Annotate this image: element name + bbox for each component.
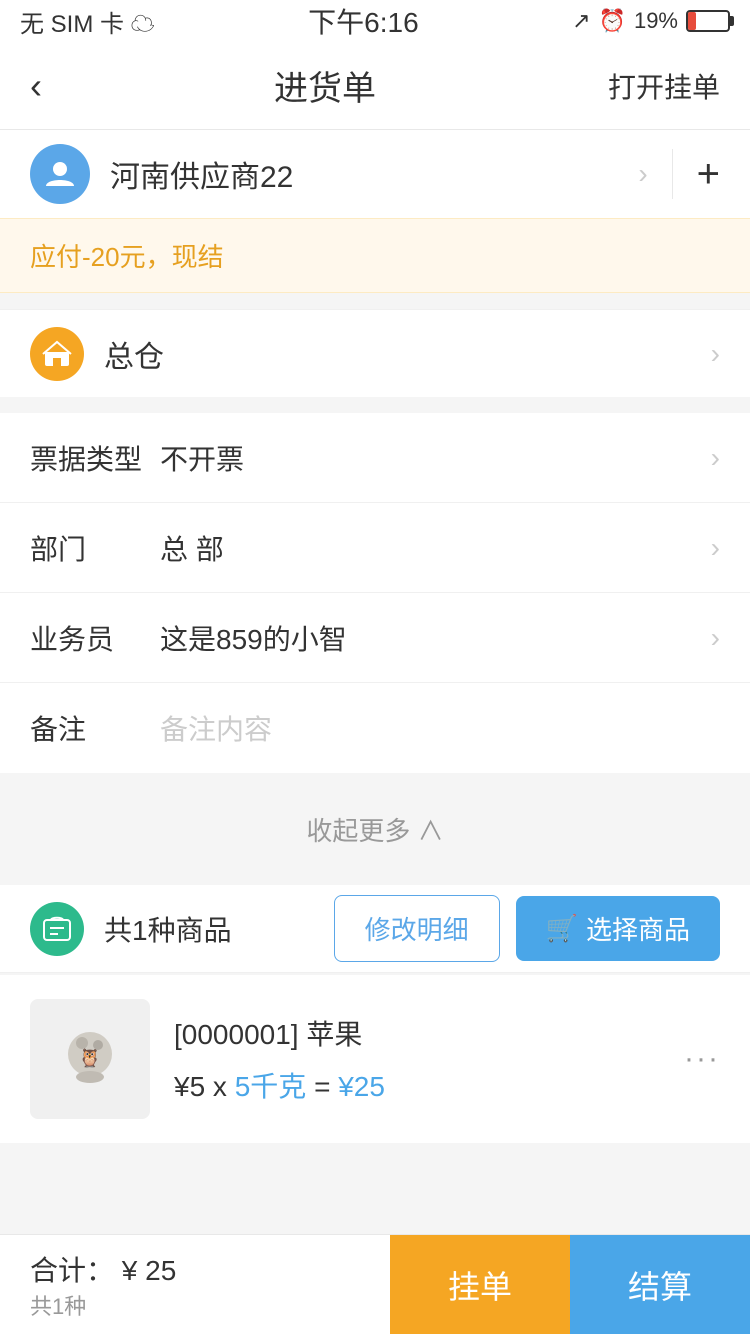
svg-text:🦉: 🦉 bbox=[79, 1048, 101, 1068]
department-label: 部门 bbox=[30, 528, 150, 568]
ticket-type-label: 票据类型 bbox=[30, 438, 150, 478]
warehouse-chevron-icon: › bbox=[711, 338, 720, 370]
collapse-bar[interactable]: 收起更多 ∧ bbox=[0, 789, 750, 869]
sim-label: 无 SIM 卡 ☁ bbox=[20, 4, 155, 39]
product-more-button[interactable]: ··· bbox=[684, 1042, 720, 1076]
ticket-type-value: 不开票 bbox=[150, 438, 711, 478]
nav-bar: ‹ 进货单 打开挂单 bbox=[0, 42, 750, 130]
status-right: ↗ ⏰ 19% bbox=[572, 8, 730, 34]
supplier-section: 河南供应商22 › + 应付-20元，现结 bbox=[0, 130, 750, 293]
total-value: ¥ 25 bbox=[122, 1255, 177, 1286]
warehouse-icon bbox=[30, 327, 84, 381]
supplier-row[interactable]: 河南供应商22 › + bbox=[0, 130, 750, 218]
page-title: 进货单 bbox=[274, 61, 376, 110]
bottom-total: 合计： ¥ 25 共1种 bbox=[0, 1235, 390, 1334]
total-label: 合计： bbox=[30, 1255, 114, 1286]
warehouse-section: 总仓 › bbox=[0, 309, 750, 397]
total-amount: 合计： ¥ 25 bbox=[30, 1249, 360, 1289]
total-sub: 共1种 bbox=[30, 1289, 360, 1321]
department-value: 总 部 bbox=[150, 528, 711, 568]
cart-icon: 🛒 bbox=[546, 913, 578, 944]
add-supplier-button[interactable]: + bbox=[697, 152, 720, 197]
pending-button[interactable]: 挂单 bbox=[390, 1235, 570, 1334]
salesperson-label: 业务员 bbox=[30, 618, 150, 658]
department-row[interactable]: 部门 总 部 › bbox=[0, 503, 750, 593]
salesperson-row[interactable]: 业务员 这是859的小智 › bbox=[0, 593, 750, 683]
department-chevron-icon: › bbox=[711, 532, 720, 564]
products-icon bbox=[30, 902, 84, 956]
products-header: 共1种商品 修改明细 🛒 选择商品 bbox=[0, 885, 750, 973]
battery-percent: 19% bbox=[634, 8, 678, 34]
open-pending-button[interactable]: 打开挂单 bbox=[608, 66, 720, 106]
bottom-bar: 合计： ¥ 25 共1种 挂单 结算 bbox=[0, 1234, 750, 1334]
select-product-button[interactable]: 🛒 选择商品 bbox=[516, 896, 720, 961]
edit-detail-button[interactable]: 修改明细 bbox=[334, 895, 500, 962]
back-button[interactable]: ‹ bbox=[30, 65, 42, 107]
notice-bar: 应付-20元，现结 bbox=[0, 218, 750, 293]
supplier-divider bbox=[672, 149, 673, 199]
status-left: 无 SIM 卡 ☁ bbox=[20, 4, 155, 39]
location-icon: ↗ bbox=[572, 8, 590, 34]
warehouse-name: 总仓 bbox=[104, 332, 711, 376]
status-time: 下午6:16 bbox=[308, 1, 419, 41]
remark-row[interactable]: 备注 备注内容 bbox=[0, 683, 750, 773]
salesperson-value: 这是859的小智 bbox=[150, 618, 711, 658]
product-price: ¥5 x 5千克 = ¥25 bbox=[174, 1065, 684, 1105]
price-per-unit: ¥5 x bbox=[174, 1071, 235, 1102]
collapse-label: 收起更多 ∧ bbox=[306, 811, 443, 848]
status-bar: 无 SIM 卡 ☁ 下午6:16 ↗ ⏰ 19% bbox=[0, 0, 750, 42]
remark-placeholder: 备注内容 bbox=[150, 708, 720, 748]
product-name: [0000001] 苹果 bbox=[174, 1013, 684, 1053]
ticket-type-chevron-icon: › bbox=[711, 442, 720, 474]
product-thumbnail: 🦉 bbox=[30, 999, 150, 1119]
ticket-type-row[interactable]: 票据类型 不开票 › bbox=[0, 413, 750, 503]
products-count: 共1种商品 bbox=[104, 909, 334, 949]
supplier-avatar bbox=[30, 144, 90, 204]
salesperson-chevron-icon: › bbox=[711, 622, 720, 654]
product-info: [0000001] 苹果 ¥5 x 5千克 = ¥25 bbox=[174, 1013, 684, 1105]
product-item: 🦉 [0000001] 苹果 ¥5 x 5千克 = ¥25 ··· bbox=[0, 975, 750, 1143]
alarm-icon: ⏰ bbox=[599, 8, 626, 34]
warehouse-row[interactable]: 总仓 › bbox=[0, 309, 750, 397]
equals-sign: = bbox=[314, 1071, 338, 1102]
quantity-value: 5千克 bbox=[235, 1071, 307, 1102]
select-product-label: 选择商品 bbox=[586, 910, 690, 947]
supplier-chevron-icon: › bbox=[638, 158, 647, 190]
settle-button[interactable]: 结算 bbox=[570, 1235, 750, 1334]
supplier-name: 河南供应商22 bbox=[110, 152, 638, 196]
form-section: 票据类型 不开票 › 部门 总 部 › 业务员 这是859的小智 › 备注 备注… bbox=[0, 413, 750, 773]
total-price: ¥25 bbox=[338, 1071, 385, 1102]
remark-label: 备注 bbox=[30, 708, 150, 748]
battery-icon bbox=[686, 10, 730, 32]
